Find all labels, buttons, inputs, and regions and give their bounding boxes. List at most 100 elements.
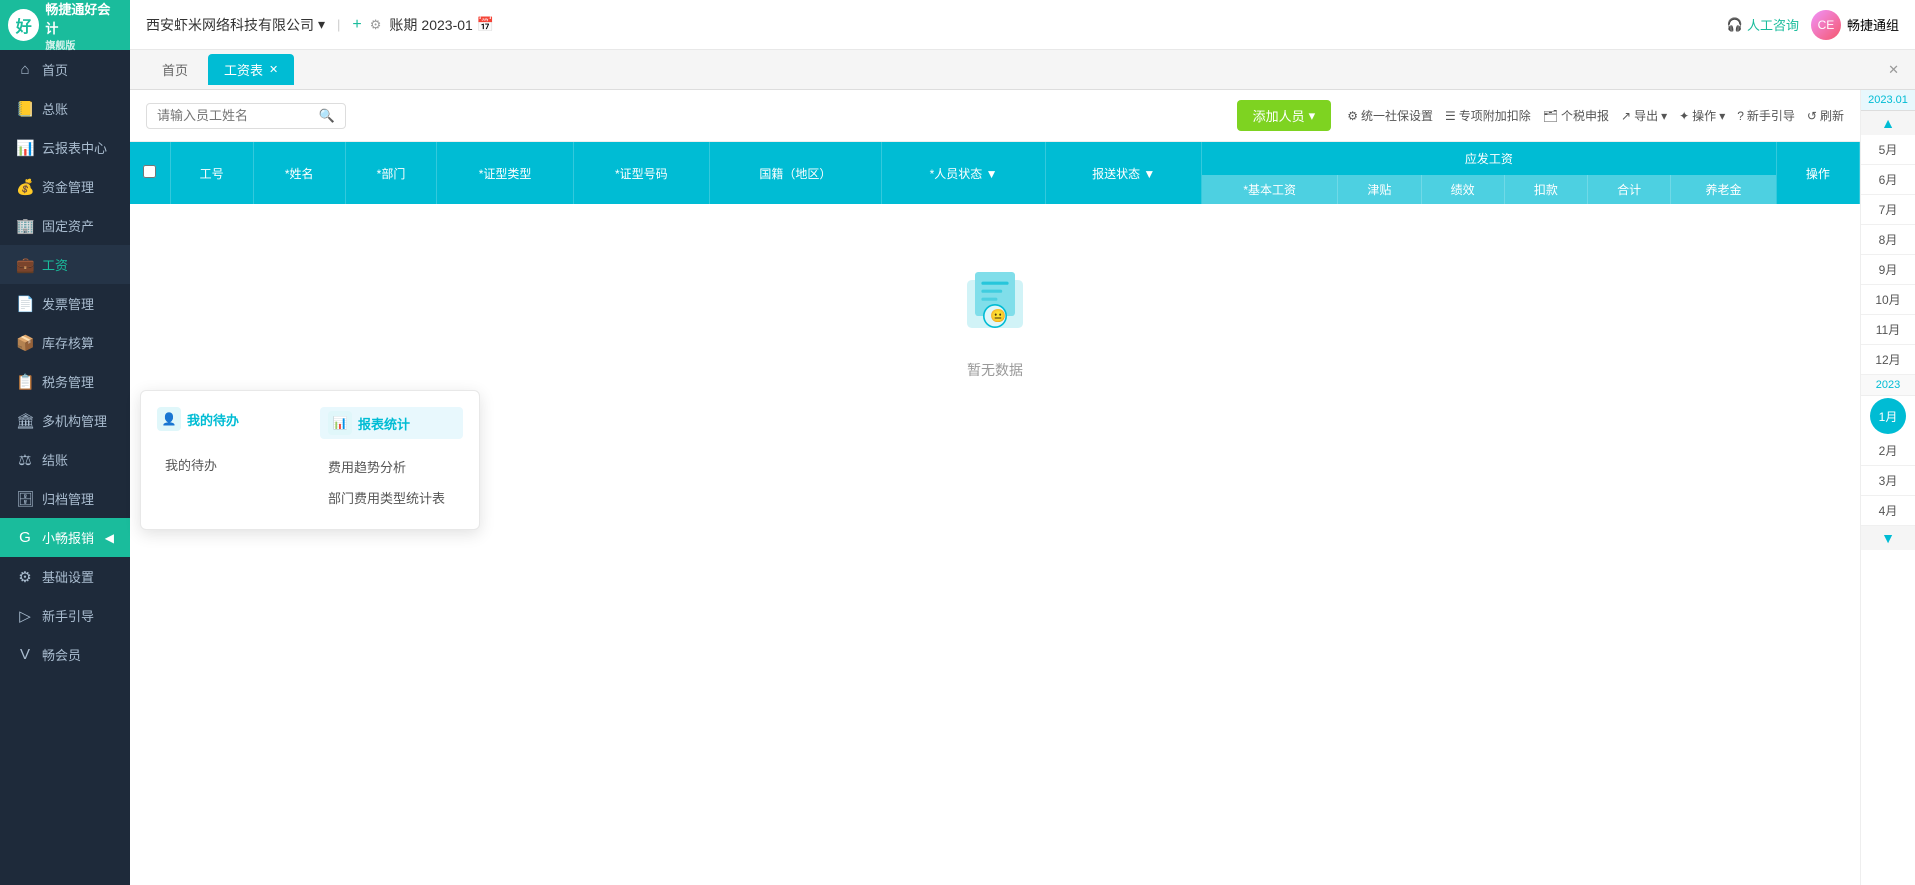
guide-label: 新手引导 (1747, 107, 1795, 124)
month-scroll-down[interactable]: ▼ (1861, 526, 1915, 550)
th-salary-group: 应发工资 (1202, 142, 1777, 175)
popup-item-dept-stats[interactable]: 部门费用类型统计表 (320, 482, 463, 513)
operations-icon: ✦ (1679, 109, 1689, 123)
month-scroll-up[interactable]: ▲ (1861, 111, 1915, 135)
assets-icon: 🏢 (16, 217, 34, 235)
th-base-salary: *基本工资 (1202, 175, 1338, 204)
sidebar-item-salary[interactable]: 💼 工资 (0, 245, 130, 284)
sidebar-item-reports[interactable]: 📊 云报表中心 (0, 128, 130, 167)
month-7[interactable]: 7月 (1861, 195, 1915, 225)
special-deduction-label: 专项附加扣除 (1459, 107, 1531, 124)
select-all-checkbox[interactable] (143, 165, 156, 178)
sidebar-item-tax[interactable]: 📋 税务管理 (0, 362, 130, 401)
th-country: 国籍（地区） (709, 142, 881, 204)
refresh-icon: ↺ (1807, 109, 1817, 123)
popup-item-trend[interactable]: 费用趋势分析 (320, 451, 463, 482)
trend-label: 费用趋势分析 (328, 460, 406, 475)
sidebar-item-invoices[interactable]: 📄 发票管理 (0, 284, 130, 323)
salary-icon: 💼 (16, 256, 34, 274)
th-id-num: *证型号码 (573, 142, 709, 204)
th-allowance: 津贴 (1338, 175, 1421, 204)
reports-icon: 📊 (16, 139, 34, 157)
tax-report-icon: 🗂 (1543, 109, 1558, 123)
sidebar-item-funds[interactable]: 💰 资金管理 (0, 167, 130, 206)
settings-gear-icon[interactable]: ⚙ (370, 17, 382, 33)
month-9[interactable]: 9月 (1861, 255, 1915, 285)
th-name: *姓名 (253, 142, 345, 204)
sidebar-item-xiaochang[interactable]: G 小畅报销 ◀ (0, 518, 130, 557)
add-person-label: 添加人员 (1253, 106, 1305, 125)
sidebar-item-multi[interactable]: 🏛 多机构管理 (0, 401, 130, 440)
filter-icon-report[interactable]: ▼ (1143, 167, 1155, 181)
sidebar-item-guide[interactable]: ▷ 新手引导 (0, 596, 130, 635)
sidebar-item-home[interactable]: ⌂ 首页 (0, 50, 130, 89)
tab-close-all[interactable]: ✕ (1888, 62, 1899, 78)
month-8[interactable]: 8月 (1861, 225, 1915, 255)
inventory-icon: 📦 (16, 334, 34, 352)
month-2[interactable]: 2月 (1861, 436, 1915, 466)
month-3[interactable]: 3月 (1861, 466, 1915, 496)
guide-btn[interactable]: ? 新手引导 (1737, 107, 1795, 124)
tax-report-btn[interactable]: 🗂 个税申报 (1543, 107, 1609, 124)
sidebar-label-assets: 固定资产 (42, 216, 94, 235)
sidebar-label-archive: 归档管理 (42, 489, 94, 508)
popup-col1-label: 我的待办 (187, 410, 239, 429)
svg-text:😐: 😐 (990, 308, 1006, 323)
user-info[interactable]: CE 畅捷通组 (1811, 10, 1899, 40)
company-dropdown-icon: ▾ (318, 16, 325, 33)
filter-icon-status[interactable]: ▼ (986, 167, 998, 181)
period-display[interactable]: 账期 2023-01 📅 (389, 15, 494, 35)
member-icon: V (16, 646, 34, 663)
topbar-right: 🎧 人工咨询 CE 畅捷通组 (1727, 10, 1899, 40)
sidebar-item-settings[interactable]: ⚙ 基础设置 (0, 557, 130, 596)
tab-home[interactable]: 首页 (146, 54, 204, 85)
sidebar-label-settlement: 结账 (42, 450, 68, 469)
search-icon[interactable]: 🔍 (319, 108, 335, 124)
operations-dropdown: ▾ (1719, 109, 1725, 123)
sidebar-label-ledger: 总账 (42, 99, 68, 118)
th-report-status: 报送状态 ▼ (1046, 142, 1202, 204)
social-insurance-btn[interactable]: ⚙ 统一社保设置 (1347, 107, 1433, 124)
sidebar-label-salary: 工资 (42, 255, 68, 274)
sidebar-item-archive[interactable]: 🗄 归档管理 (0, 479, 130, 518)
month-5[interactable]: 5月 (1861, 135, 1915, 165)
guide-icon: ▷ (16, 607, 34, 625)
company-selector[interactable]: 西安虾米网络科技有限公司 ▾ (146, 15, 325, 35)
topbar: 西安虾米网络科技有限公司 ▾ | + ⚙ 账期 2023-01 📅 🎧 人工咨询… (130, 0, 1915, 50)
topbar-divider1: | (337, 17, 340, 32)
month-4[interactable]: 4月 (1861, 496, 1915, 526)
export-btn[interactable]: ↗ 导出 ▾ (1621, 107, 1667, 124)
service-button[interactable]: 🎧 人工咨询 (1727, 15, 1799, 34)
sidebar-label-settings: 基础设置 (42, 567, 94, 586)
guide-icon2: ? (1737, 109, 1744, 123)
settings-icon: ⚙ (16, 568, 34, 586)
sidebar-item-ledger[interactable]: 📒 总账 (0, 89, 130, 128)
add-company-icon[interactable]: + (352, 16, 361, 34)
sidebar-item-assets[interactable]: 🏢 固定资产 (0, 206, 130, 245)
th-id: 工号 (170, 142, 253, 204)
refresh-btn[interactable]: ↺ 刷新 (1807, 107, 1844, 124)
month-12[interactable]: 12月 (1861, 345, 1915, 375)
month-6[interactable]: 6月 (1861, 165, 1915, 195)
sidebar-item-member[interactable]: V 畅会员 (0, 635, 130, 674)
app-name: 畅捷通好会计 (45, 0, 122, 37)
search-input[interactable] (157, 108, 313, 123)
popup-col1-title: 👤 我的待办 (157, 407, 300, 437)
tab-close-icon[interactable]: ✕ (269, 63, 278, 76)
operations-btn[interactable]: ✦ 操作 ▾ (1679, 107, 1725, 124)
add-person-button[interactable]: 添加人员 ▾ (1237, 100, 1332, 131)
sidebar-item-inventory[interactable]: 📦 库存核算 (0, 323, 130, 362)
popup-item-todo[interactable]: 我的待办 (157, 449, 300, 480)
month-11[interactable]: 11月 (1861, 315, 1915, 345)
month-10[interactable]: 10月 (1861, 285, 1915, 315)
th-dept: *部门 (345, 142, 437, 204)
dept-stats-label: 部门费用类型统计表 (328, 491, 445, 506)
sidebar-label-xiaochang: 小畅报销 (42, 528, 94, 547)
close-all-icon: ✕ (1888, 62, 1899, 77)
th-pension: 养老金 (1671, 175, 1776, 204)
special-deduction-btn[interactable]: ☰ 专项附加扣除 (1445, 107, 1531, 124)
sidebar-item-settlement[interactable]: ⚖ 结账 (0, 440, 130, 479)
month-1-active[interactable]: 1月 (1870, 398, 1906, 434)
th-id-type: *证型类型 (437, 142, 573, 204)
tab-salary[interactable]: 工资表 ✕ (208, 54, 294, 85)
